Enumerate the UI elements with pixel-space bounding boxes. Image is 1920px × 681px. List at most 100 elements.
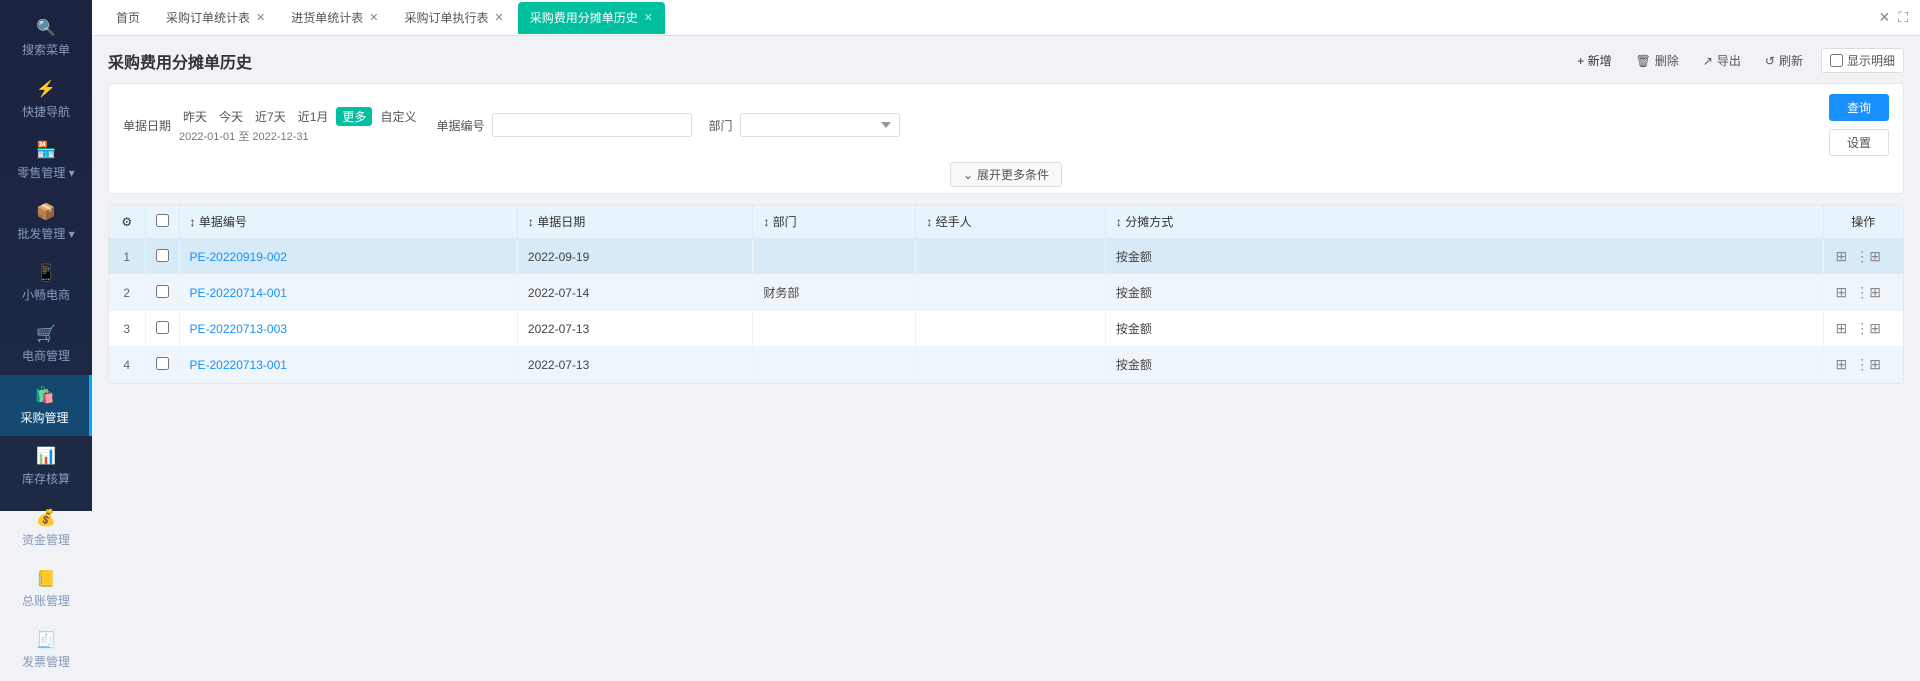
retail-icon: 🏪 xyxy=(4,140,88,162)
th-doc-num[interactable]: ↕ 单据编号 xyxy=(179,205,517,239)
tab-purchase-order-stat[interactable]: 采购订单统计表 ✕ xyxy=(154,2,277,34)
doc-num-link[interactable]: PE-20220713-003 xyxy=(190,322,287,336)
doc-num-input[interactable] xyxy=(492,113,692,137)
tab-purchase-order-exec[interactable]: 采购订单执行表 ✕ xyxy=(392,2,515,34)
th-split-method[interactable]: ↕ 分摊方式 xyxy=(1105,205,1823,239)
row-checkbox[interactable] xyxy=(156,321,169,334)
show-cols-button[interactable]: 显示明细 xyxy=(1821,48,1904,73)
search-icon: 🔍 xyxy=(4,18,88,40)
doc-num-link[interactable]: PE-20220713-001 xyxy=(190,358,287,372)
tab-inbound-stat[interactable]: 进货单统计表 ✕ xyxy=(279,2,390,34)
cell-ops: ⊞ ⋮⊞ xyxy=(1823,275,1903,311)
cell-check xyxy=(145,311,179,347)
sidebar-item-invoice[interactable]: 🧾 发票管理 xyxy=(0,620,92,681)
cell-ops: ⊞ ⋮⊞ xyxy=(1823,239,1903,275)
ecom-icon: 🛒 xyxy=(4,324,88,346)
export-button[interactable]: ↗ 导出 xyxy=(1697,48,1747,73)
search-row: 单据日期 昨天 今天 近7天 近1月 更多 自定义 2022-01-01 至 2… xyxy=(123,94,1889,156)
row-checkbox[interactable] xyxy=(156,249,169,262)
view-icon[interactable]: ⊞ xyxy=(1834,318,1850,339)
th-setting[interactable]: ⚙ xyxy=(109,205,145,239)
table-container: ⚙ ↕ 单据编号 ↕ 单据日期 ↕ xyxy=(108,204,1904,384)
nav-icon: ⚡ xyxy=(4,79,88,101)
sidebar-item-finance[interactable]: 💰 资金管理 xyxy=(0,498,92,559)
new-button[interactable]: + 新增 xyxy=(1571,48,1617,73)
delete-button[interactable]: 🗑 删除 xyxy=(1630,48,1685,73)
inventory-icon: 📊 xyxy=(4,446,88,468)
sidebar-item-retail[interactable]: 🏪 零售管理 ▾ xyxy=(0,130,92,191)
search-bar: 单据日期 昨天 今天 近7天 近1月 更多 自定义 2022-01-01 至 2… xyxy=(108,83,1904,194)
mini-icon: 📱 xyxy=(4,263,88,285)
th-handler[interactable]: ↕ 经手人 xyxy=(916,205,1106,239)
more-ops-icon[interactable]: ⋮⊞ xyxy=(1853,282,1883,303)
sidebar-item-search[interactable]: 🔍 搜索菜单 xyxy=(0,8,92,69)
select-all-checkbox[interactable] xyxy=(156,214,169,227)
table-row: 1 PE-20220919-002 2022-09-19 按金额 ⊞ ⋮⊞ xyxy=(109,239,1903,275)
more-ops-icon[interactable]: ⋮⊞ xyxy=(1853,354,1883,375)
cell-num: 1 xyxy=(109,239,145,275)
page-header: 采购费用分摊单历史 + 新增 🗑 删除 ↗ 导出 ↺ 刷新 显示明细 xyxy=(108,48,1904,73)
th-doc-date[interactable]: ↕ 单据日期 xyxy=(517,205,752,239)
data-table: ⚙ ↕ 单据编号 ↕ 单据日期 ↕ xyxy=(109,205,1903,383)
table-row: 3 PE-20220713-003 2022-07-13 按金额 ⊞ ⋮⊞ xyxy=(109,311,1903,347)
tab-purchase-cost-split[interactable]: 采购费用分摊单历史 ✕ xyxy=(518,2,665,34)
cell-doc-num: PE-20220919-002 xyxy=(179,239,517,275)
sidebar-item-wholesale[interactable]: 📦 批发管理 ▾ xyxy=(0,192,92,253)
view-icon[interactable]: ⊞ xyxy=(1834,354,1850,375)
cell-num: 4 xyxy=(109,347,145,383)
cell-check xyxy=(145,239,179,275)
cell-handler xyxy=(916,311,1106,347)
dept-select[interactable]: 财务部 xyxy=(740,113,900,137)
close-tab-purchase-order-exec[interactable]: ✕ xyxy=(495,11,504,24)
maximize-icon[interactable]: ⛶ xyxy=(1898,9,1908,26)
delete-icon: 🗑 xyxy=(1636,54,1651,68)
refresh-icon: ↺ xyxy=(1765,54,1775,68)
search-settings-button[interactable]: 设置 xyxy=(1829,129,1889,156)
date-btn-7days[interactable]: 近7天 xyxy=(251,107,290,126)
close-tab-purchase-order-stat[interactable]: ✕ xyxy=(256,11,265,24)
cell-dept: 财务部 xyxy=(753,275,916,311)
main-area: 首页 采购订单统计表 ✕ 进货单统计表 ✕ 采购订单执行表 ✕ 采购费用分摊单历… xyxy=(92,0,1920,511)
date-btn-today[interactable]: 今天 xyxy=(215,107,247,126)
view-icon[interactable]: ⊞ xyxy=(1834,282,1850,303)
sidebar-item-nav[interactable]: ⚡ 快捷导航 xyxy=(0,69,92,130)
view-icon[interactable]: ⊞ xyxy=(1834,246,1850,267)
close-tab-inbound-stat[interactable]: ✕ xyxy=(369,11,378,24)
cell-dept xyxy=(753,347,916,383)
cell-split-method: 按金额 xyxy=(1105,311,1823,347)
row-checkbox[interactable] xyxy=(156,357,169,370)
doc-num-field: 单据编号 xyxy=(436,113,692,137)
sidebar-item-inventory[interactable]: 📊 库存核算 xyxy=(0,436,92,497)
invoice-icon: 🧾 xyxy=(4,630,88,652)
show-cols-checkbox[interactable] xyxy=(1830,54,1843,67)
th-ops: 操作 xyxy=(1823,205,1903,239)
date-btn-1month[interactable]: 近1月 xyxy=(294,107,333,126)
dept-label: 部门 xyxy=(708,117,732,134)
sidebar-item-ecom[interactable]: 🛒 电商管理 xyxy=(0,314,92,375)
close-tab-purchase-cost-split[interactable]: ✕ xyxy=(644,11,653,24)
row-checkbox[interactable] xyxy=(156,285,169,298)
tab-bar-actions: ✕ ⛶ xyxy=(1878,9,1908,26)
th-dept[interactable]: ↕ 部门 xyxy=(753,205,916,239)
toolbar: + 新增 🗑 删除 ↗ 导出 ↺ 刷新 显示明细 xyxy=(1571,48,1904,73)
date-btn-custom[interactable]: 自定义 xyxy=(376,107,420,126)
more-ops-icon[interactable]: ⋮⊞ xyxy=(1853,318,1883,339)
more-ops-icon[interactable]: ⋮⊞ xyxy=(1853,246,1883,267)
table-row: 2 PE-20220714-001 2022-07-14 财务部 按金额 ⊞ ⋮… xyxy=(109,275,1903,311)
expand-more-btn[interactable]: ⌄ 展开更多条件 xyxy=(950,162,1062,187)
tab-home[interactable]: 首页 xyxy=(104,2,152,34)
sidebar-item-mini[interactable]: 📱 小畅电商 xyxy=(0,253,92,314)
cell-num: 2 xyxy=(109,275,145,311)
date-btn-more[interactable]: 更多 xyxy=(336,107,372,126)
doc-num-link[interactable]: PE-20220714-001 xyxy=(190,286,287,300)
purchase-icon: 🛍️ xyxy=(4,385,85,407)
query-button[interactable]: 查询 xyxy=(1829,94,1889,121)
refresh-button[interactable]: ↺ 刷新 xyxy=(1759,48,1809,73)
cell-handler xyxy=(916,275,1106,311)
doc-num-link[interactable]: PE-20220919-002 xyxy=(190,250,287,264)
date-field: 单据日期 昨天 今天 近7天 近1月 更多 自定义 2022-01-01 至 2… xyxy=(123,107,420,144)
date-btn-yesterday[interactable]: 昨天 xyxy=(179,107,211,126)
close-all-tabs-icon[interactable]: ✕ xyxy=(1878,9,1890,26)
sidebar-item-ledger[interactable]: 📒 总账管理 xyxy=(0,559,92,620)
sidebar-item-purchase[interactable]: 🛍️ 采购管理 xyxy=(0,375,92,436)
